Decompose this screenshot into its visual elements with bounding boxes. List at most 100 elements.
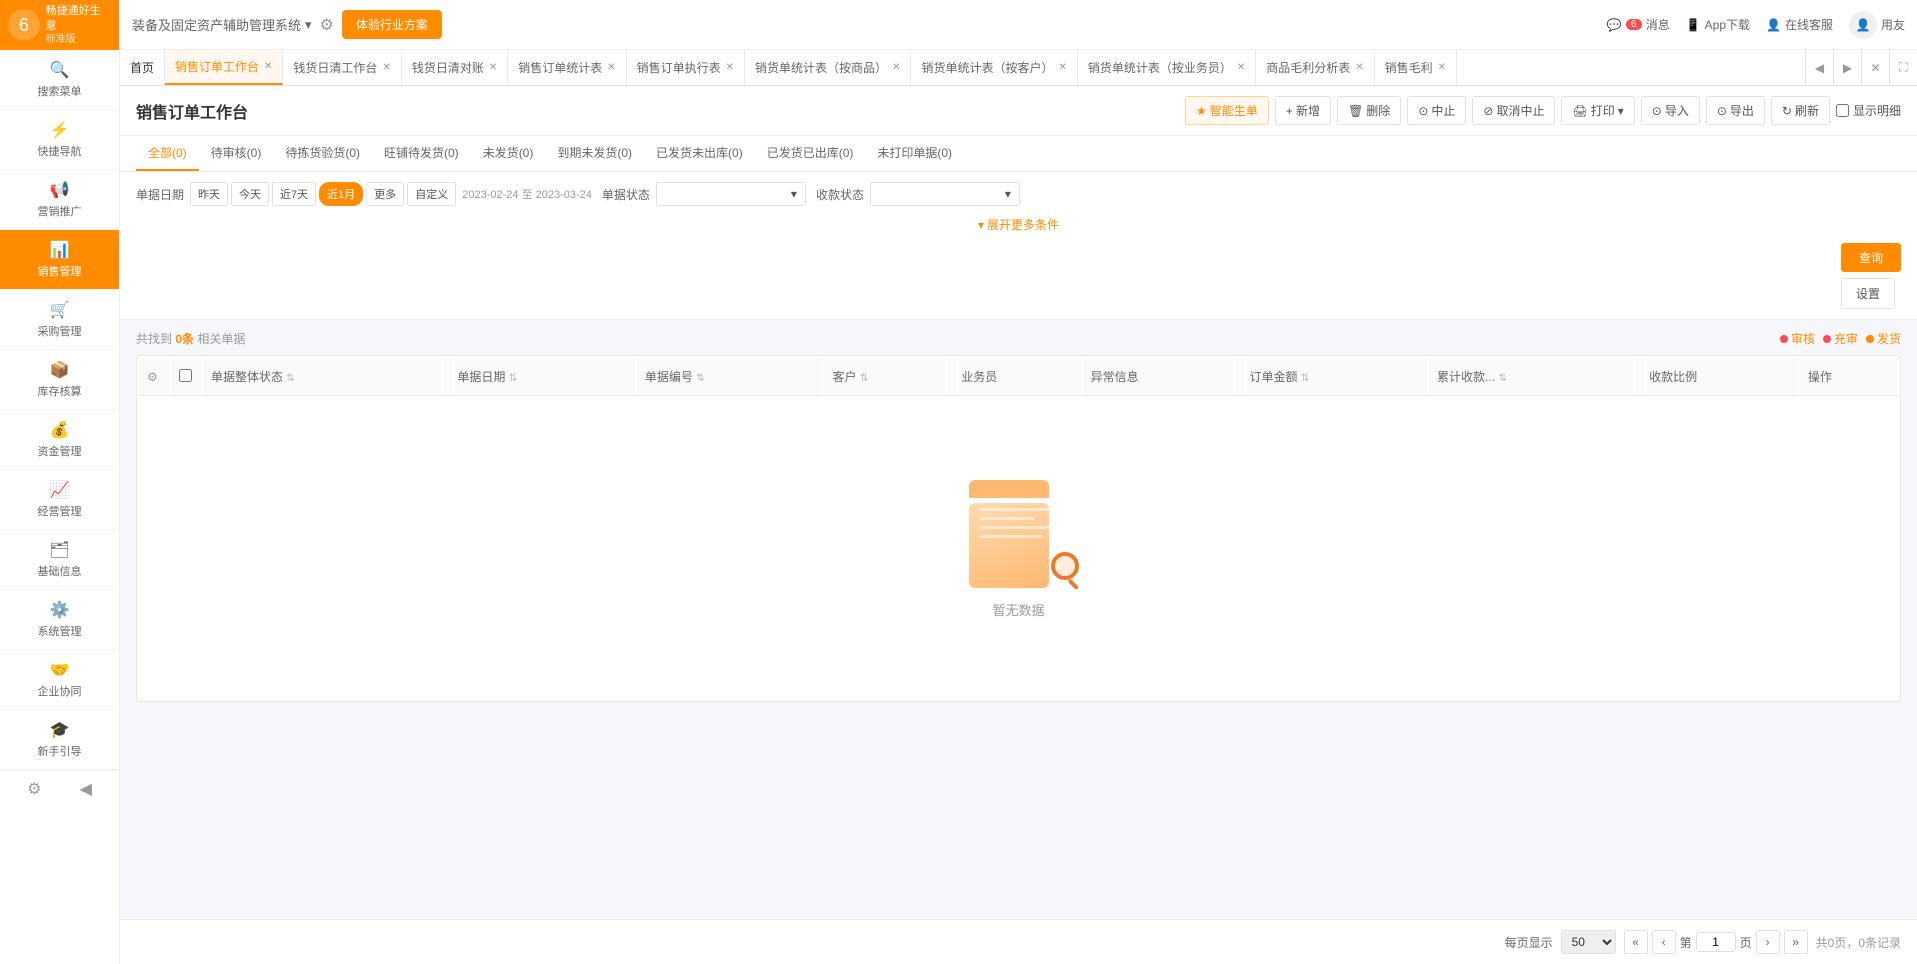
tab-close-all-btn[interactable]: ✕ [1861,50,1889,86]
message-btn[interactable]: 💬 6 消息 [1607,16,1670,33]
sidebar-collapse-btn[interactable]: ◀ [80,779,92,799]
expand-conditions-btn[interactable]: ▾ 展开更多条件 [978,216,1059,233]
system-title-text: 装备及固定资产辅助管理系统 [132,15,301,34]
page-first-btn[interactable]: « [1624,930,1648,954]
print-btn[interactable]: 🖨 打印 ▾ [1561,96,1634,125]
sidebar-item-system[interactable]: ⚙️系统管理 [0,590,119,650]
sidebar-item-purchase[interactable]: 🛒采购管理 [0,290,119,350]
date-btn-自定义[interactable]: 自定义 [407,182,456,206]
topbar-settings-icon[interactable]: ⚙ [320,15,334,35]
subtab-pending-review[interactable]: 待审核(0) [199,136,274,171]
review-action[interactable]: 审核 [1780,330,1815,347]
tab-sales-stat-staff[interactable]: 销货单统计表（按业务员）✕ [1078,50,1256,85]
query-btn[interactable]: 查询 [1841,243,1901,272]
unreviewed-action[interactable]: 充审 [1823,330,1858,347]
app-download-btn[interactable]: 📱 App下载 [1686,16,1750,33]
select-all-checkbox[interactable] [179,369,192,382]
tab-close-sales-stat-customer[interactable]: ✕ [1058,62,1066,73]
th-customer[interactable]: 客户 ⇅ [824,358,951,396]
subtab-pending-inspect[interactable]: 待拣货验货(0) [273,136,372,171]
th-date-label: 单据日期 [457,370,505,384]
system-title-dropdown[interactable]: 装备及固定资产辅助管理系统 ▾ [132,15,312,34]
subtab-not-shipped[interactable]: 未发货(0) [471,136,546,171]
tab-close-sales-stat-product[interactable]: ✕ [892,62,900,73]
date-btn-更多[interactable]: 更多 [366,182,404,206]
sidebar-item-sales[interactable]: 📊销售管理 [0,230,119,290]
sidebar-item-marketing[interactable]: 📢营销推广 [0,170,119,230]
ship-action[interactable]: 发货 [1866,330,1901,347]
suspend-btn[interactable]: ⊙ 中止 [1407,96,1466,125]
sidebar-item-basic[interactable]: 🗂基础信息 [0,530,119,590]
industry-btn[interactable]: 体验行业方案 [342,10,442,39]
th-date[interactable]: 单据日期 ⇅ [449,358,635,396]
page-next-btn[interactable]: › [1756,930,1780,954]
page-prev-btn[interactable]: ‹ [1652,930,1676,954]
subtab-overdue-unshipped[interactable]: 到期未发货(0) [545,136,644,171]
tab-sales-stat-product[interactable]: 销货单统计表（按商品）✕ [745,50,911,85]
subtab-wangpu-pending[interactable]: 旺铺待发货(0) [372,136,471,171]
payment-select[interactable]: ▾ [870,182,1020,206]
sidebar-item-finance[interactable]: 💰资金管理 [0,410,119,470]
subtab-shipped-out[interactable]: 已发货已出库(0) [755,136,866,171]
page-number-input[interactable] [1696,932,1736,952]
subtab-unprinted[interactable]: 未打印单据(0) [865,136,964,171]
page-actions: ★ 智能生单 + 新增 🗑 删除 ⊙ 中止 ⊘ 取消中止 🖨 [1185,96,1901,125]
th-number[interactable]: 单据编号 ⇅ [637,358,823,396]
empty-scroll-top [969,480,1049,498]
user-avatar: 👤 [1849,11,1877,39]
tab-cash-daily[interactable]: 钱货日清工作台✕ [283,50,401,85]
import-btn[interactable]: ⊙ 导入 [1641,96,1700,125]
tab-close-sales-profit[interactable]: ✕ [1438,62,1446,73]
tab-profit-analysis[interactable]: 商品毛利分析表✕ [1256,50,1374,85]
date-btn-今天[interactable]: 今天 [231,182,269,206]
tab-close-sales-exec[interactable]: ✕ [726,62,734,73]
page-last-btn[interactable]: » [1784,930,1808,954]
tab-scroll-right-btn[interactable]: ▶ [1833,50,1861,86]
th-collected[interactable]: 累计收款... ⇅ [1429,358,1639,396]
delete-btn[interactable]: 🗑 删除 [1337,96,1401,125]
show-detail-checkbox[interactable] [1836,104,1849,117]
user-btn[interactable]: 👤 用友 [1849,11,1905,39]
empty-state-row: 暂无数据 [139,398,1898,699]
tab-sales-workbench[interactable]: 销售订单工作台✕ [165,50,283,85]
tab-close-sales-stats[interactable]: ✕ [607,62,615,73]
sidebar-item-operations[interactable]: 📈经营管理 [0,470,119,530]
tab-close-sales-stat-staff[interactable]: ✕ [1237,62,1245,73]
page-size-select[interactable]: 50 20 100 [1561,930,1616,954]
sidebar-item-search[interactable]: 🔍搜索菜单 [0,50,119,110]
tab-sales-stats[interactable]: 销售订单统计表✕ [508,50,626,85]
cancel-suspend-btn[interactable]: ⊘ 取消中止 [1472,96,1555,125]
tab-sales-exec[interactable]: 销售订单执行表✕ [627,50,745,85]
th-amount[interactable]: 订单金额 ⇅ [1241,358,1427,396]
tab-cash-reconcile[interactable]: 钱货日清对账✕ [402,50,508,85]
date-btn-昨天[interactable]: 昨天 [190,182,228,206]
tab-sales-stat-customer[interactable]: 销货单统计表（按客户）✕ [911,50,1077,85]
tab-close-cash-daily[interactable]: ✕ [382,62,390,73]
sidebar-item-guide[interactable]: 🎓新手引导 [0,710,119,770]
tab-scroll-left-btn[interactable]: ◀ [1805,50,1833,86]
sidebar-item-quick-nav[interactable]: ⚡快捷导航 [0,110,119,170]
sidebar-item-enterprise[interactable]: 🤝企业协同 [0,650,119,710]
date-btn-近7天[interactable]: 近7天 [272,182,316,206]
smart-generate-btn[interactable]: ★ 智能生单 [1185,96,1269,125]
tab-sales-profit[interactable]: 销售毛利✕ [1375,50,1457,85]
tab-close-cash-reconcile[interactable]: ✕ [489,62,497,73]
export-btn[interactable]: ⊙ 导出 [1706,96,1765,125]
filter-setting-btn[interactable]: 设置 [1841,278,1895,309]
tab-close-profit-analysis[interactable]: ✕ [1355,62,1363,73]
subtab-shipped-not-out[interactable]: 已发货未出库(0) [644,136,755,171]
sidebar-item-inventory[interactable]: 📦库存核算 [0,350,119,410]
th-status[interactable]: 单据整体状态 ⇅ [203,358,447,396]
tab-home[interactable]: 首页 [120,50,165,85]
tab-fullscreen-btn[interactable]: ⛶ [1889,50,1917,86]
column-settings-icon[interactable]: ⚙ [147,370,158,384]
add-btn[interactable]: + 新增 [1275,96,1331,125]
refresh-btn[interactable]: ↻ 刷新 [1771,96,1830,125]
subtab-all[interactable]: 全部(0) [136,136,199,171]
date-btn-近1月[interactable]: 近1月 [319,182,363,206]
status-select[interactable]: ▾ [656,182,806,206]
online-service-btn[interactable]: 👤 在线客服 [1766,16,1833,33]
show-detail-label[interactable]: 显示明细 [1836,102,1901,119]
sidebar-settings-btn[interactable]: ⚙ [27,779,41,799]
tab-close-sales-workbench[interactable]: ✕ [264,61,272,72]
